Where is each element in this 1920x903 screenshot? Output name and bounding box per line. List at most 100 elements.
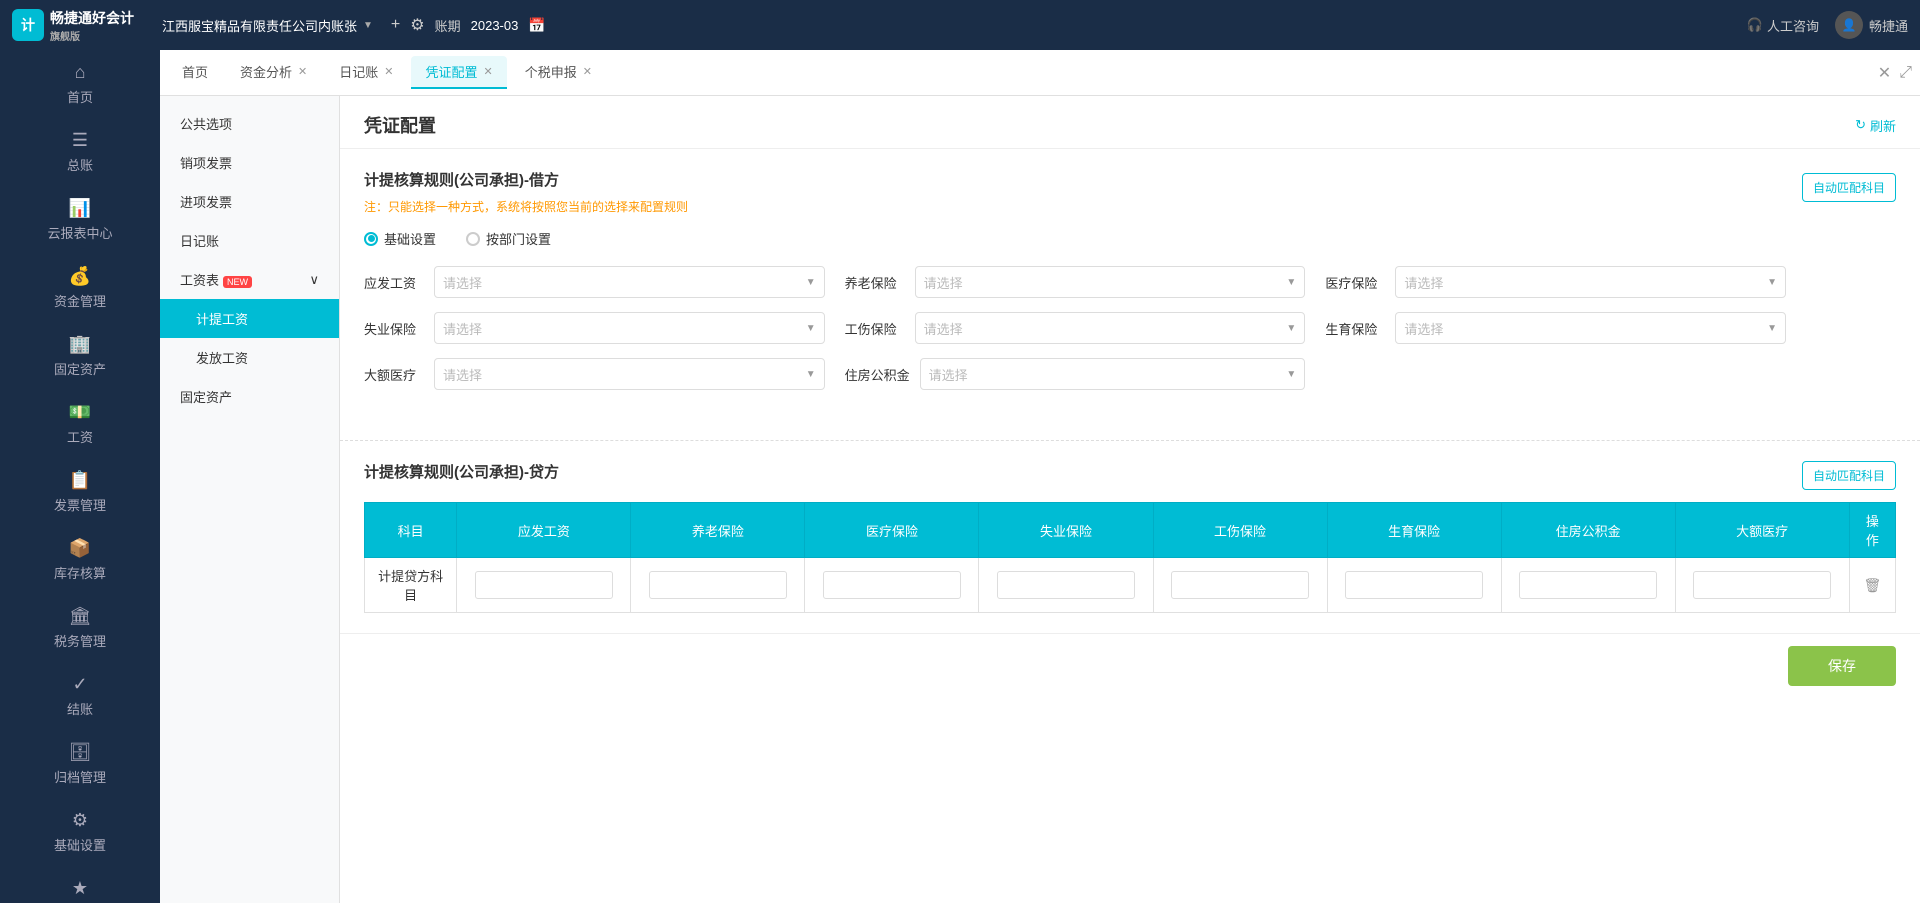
select-salary-arrow: ▼ [806,277,816,288]
right-content: 凭证配置 ↻ 刷新 计提核算规则(公司承担)-借方 注：只能选择一种方式，系统将… [340,96,1920,903]
logo-sub: 旗舰版 [50,28,134,43]
select-unemployment[interactable]: 请选择 ▼ [434,312,825,344]
input-medical-large[interactable] [1693,571,1831,599]
select-injury[interactable]: 请选择 ▼ [915,312,1306,344]
label-unemployment: 失业保险 [364,319,424,338]
input-maternity[interactable] [1345,571,1483,599]
delete-row-icon[interactable]: 🗑 [1863,577,1881,593]
select-housing[interactable]: 请选择 ▼ [920,358,1306,390]
input-medical[interactable] [823,571,961,599]
left-menu-purchase[interactable]: 进项发票 [160,182,339,221]
close-window-icon[interactable]: ✕ [1878,63,1891,83]
salary-table-label: 工资表NEW [180,270,252,289]
user-name: 畅捷通 [1869,16,1908,35]
tab-capital-close[interactable]: ✕ [298,65,307,78]
sidebar-item-ledger[interactable]: ☰ 总账 [0,118,160,186]
debit-section-note: 注：只能选择一种方式，系统将按照您当前的选择来配置规则 [364,198,1786,215]
debit-section-title: 计提核算规则(公司承担)-借方 [364,169,1786,190]
radio-dept[interactable]: 按部门设置 [466,229,551,248]
input-salary[interactable] [475,571,613,599]
sidebar-item-inventory[interactable]: 📦 库存核算 [0,526,160,594]
tab-voucher[interactable]: 凭证配置 ✕ [411,56,506,89]
top-bar: 计 畅捷通好会计 旗舰版 江西服宝精品有限责任公司内账张 ▼ + ⚙ 账期 20… [0,0,1920,50]
credit-section: 计提核算规则(公司承担)-贷方 自动匹配科目 科目 应发工资 养老保险 医疗保险… [340,461,1920,633]
sidebar-item-settings[interactable]: ⚙ 基础设置 [0,798,160,866]
company-selector[interactable]: 江西服宝精品有限责任公司内账张 ▼ [162,16,373,35]
tab-tax-close[interactable]: ✕ [583,65,592,78]
tab-home[interactable]: 首页 [168,56,222,89]
radio-basic[interactable]: 基础设置 [364,229,436,248]
sidebar-item-tax[interactable]: 🏛 税务管理 [0,594,160,662]
label-injury: 工伤保险 [845,319,905,338]
sidebar-item-checkout[interactable]: ✓ 结账 [0,662,160,730]
left-menu-calc-salary[interactable]: 计提工资 [160,299,339,338]
auto-match-credit-button[interactable]: 自动匹配科目 [1802,461,1896,490]
input-unemployment[interactable] [997,571,1135,599]
calendar-icon[interactable]: 📅 [528,17,545,34]
table-row: 计提贷方科目 🗑 [365,558,1896,613]
refresh-button[interactable]: ↻ 刷新 [1855,116,1896,135]
sidebar-item-fixed[interactable]: 🏢 固定资产 [0,322,160,390]
cell-salary [457,558,631,613]
left-menu-salary-table[interactable]: 工资表NEW ∨ [160,260,339,299]
left-menu-pay-salary[interactable]: 发放工资 [160,338,339,377]
cell-injury [1153,558,1327,613]
credit-table: 科目 应发工资 养老保险 医疗保险 失业保险 工伤保险 生育保险 住房公积金 大… [364,502,1896,613]
label-housing: 住房公积金 [845,365,910,384]
save-button[interactable]: 保存 [1788,646,1896,686]
col-subject: 科目 [365,503,457,558]
select-medical[interactable]: 请选择 ▼ [1395,266,1786,298]
sidebar-item-archive[interactable]: 🗄 归档管理 [0,730,160,798]
expand-window-icon[interactable]: ⤢ [1899,64,1912,82]
user-area[interactable]: 👤 畅捷通 [1835,11,1908,39]
cell-housing [1501,558,1675,613]
sidebar-item-capital[interactable]: 💰 资金管理 [0,254,160,322]
input-housing[interactable] [1519,571,1657,599]
tab-journal[interactable]: 日记账 ✕ [325,56,407,89]
auto-match-debit-button[interactable]: 自动匹配科目 [1802,173,1896,202]
sidebar-label-fixed: 固定资产 [54,359,106,378]
support-button[interactable]: 🎧 人工咨询 [1747,16,1819,35]
left-menu-journal[interactable]: 日记账 [160,221,339,260]
period-label: 账期 [435,16,461,35]
cell-medical [805,558,979,613]
tab-home-label: 首页 [182,62,208,81]
settings-icon[interactable]: ⚙ [410,15,424,35]
section-divider [340,440,1920,441]
input-injury[interactable] [1171,571,1309,599]
sidebar-label-archive: 归档管理 [54,767,106,786]
left-menu-fixed-assets[interactable]: 固定资产 [160,377,339,416]
add-icon[interactable]: + [391,16,400,34]
field-medical-large: 大额医疗 请选择 ▼ [364,358,825,390]
input-pension[interactable] [649,571,787,599]
radio-basic-circle [364,232,378,246]
sidebar-item-invoice[interactable]: 📋 发票管理 [0,458,160,526]
field-salary: 应发工资 请选择 ▼ [364,266,825,298]
col-action: 操作 [1849,503,1895,558]
select-medical-large[interactable]: 请选择 ▼ [434,358,825,390]
sidebar-item-report[interactable]: 📊 云报表中心 [0,186,160,254]
select-salary[interactable]: 请选择 ▼ [434,266,825,298]
credit-table-body: 计提贷方科目 🗑 [365,558,1896,613]
field-medical: 医疗保险 请选择 ▼ [1325,266,1786,298]
left-menu-public[interactable]: 公共选项 [160,104,339,143]
select-maternity[interactable]: 请选择 ▼ [1395,312,1786,344]
archive-icon: 🗄 [69,742,92,763]
tab-voucher-close[interactable]: ✕ [484,65,493,78]
sidebar-item-salary[interactable]: 💵 工资 [0,390,160,458]
sidebar-item-home[interactable]: ⌂ 首页 [0,50,160,118]
avatar: 👤 [1835,11,1863,39]
capital-icon: 💰 [69,266,91,287]
sidebar-label-ledger: 总账 [67,155,93,174]
radio-dept-label: 按部门设置 [486,229,551,248]
radio-basic-label: 基础设置 [384,229,436,248]
tab-tax[interactable]: 个税申报 ✕ [511,56,606,89]
logo-text-group: 畅捷通好会计 旗舰版 [50,8,134,43]
select-pension[interactable]: 请选择 ▼ [915,266,1306,298]
tab-journal-close[interactable]: ✕ [384,65,393,78]
select-housing-placeholder: 请选择 [929,365,968,384]
tab-capital[interactable]: 资金分析 ✕ [226,56,321,89]
left-menu-sales[interactable]: 销项发票 [160,143,339,182]
label-salary: 应发工资 [364,273,424,292]
sidebar-item-guide[interactable]: ★ 新手引导 [0,866,160,903]
